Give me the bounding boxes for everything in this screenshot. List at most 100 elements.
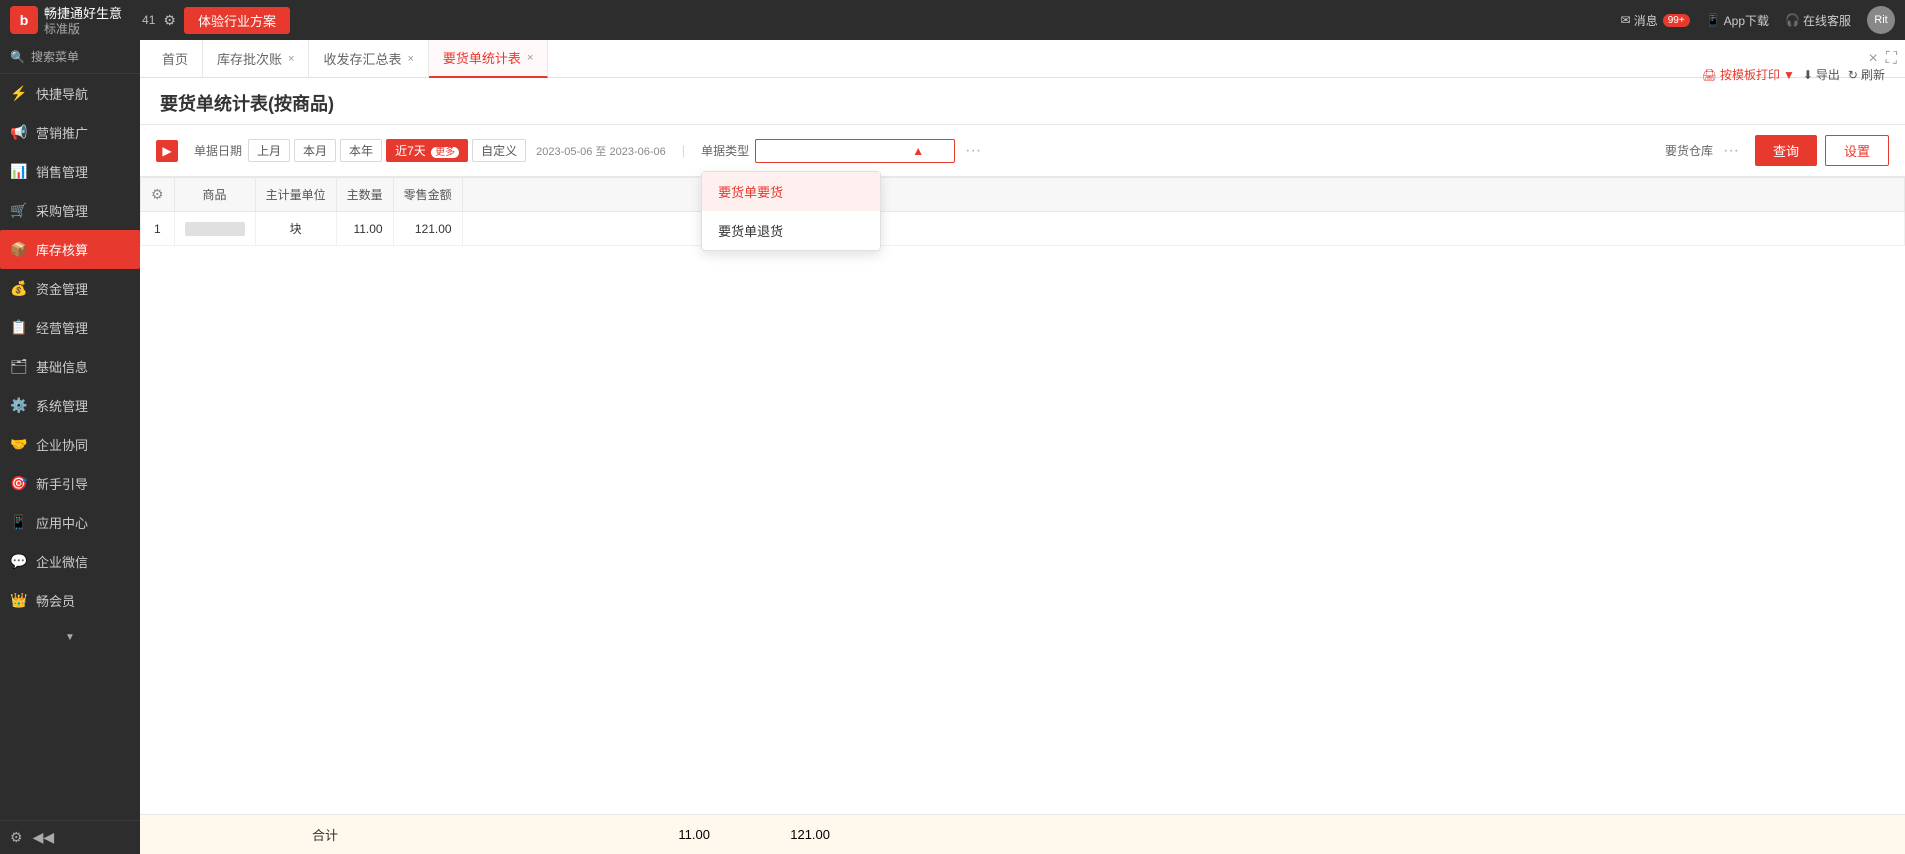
message-btn[interactable]: ✉ 消息 99+ xyxy=(1621,12,1690,29)
close-all-icon[interactable]: × xyxy=(1868,50,1877,68)
cell-index: 1 xyxy=(141,212,175,246)
tab-settings-icon[interactable]: ⚙ xyxy=(163,12,176,29)
dropdown-item-purchase[interactable]: 要货单要货 xyxy=(702,172,880,211)
logo-icon: b xyxy=(10,6,38,34)
type-dropdown-overlay: 要货单要货 要货单退货 xyxy=(701,171,881,251)
this-month-btn[interactable]: 本月 xyxy=(294,139,336,162)
action-buttons: 查询 设置 xyxy=(1755,135,1889,166)
date-label: 单据日期 xyxy=(194,142,242,159)
cell-amount: 121.00 xyxy=(393,212,462,246)
fullscreen-icon[interactable]: ⛶ xyxy=(1886,50,1897,68)
tab-batch-close[interactable]: × xyxy=(288,53,294,65)
export-icon: ⬇ xyxy=(1803,68,1813,82)
tab-order-summary[interactable]: 要货单统计表 × xyxy=(429,40,548,78)
app-name: 畅捷通好生意 xyxy=(44,3,122,22)
query-button[interactable]: 查询 xyxy=(1755,135,1817,166)
sidebar-item-label: 畅会员 xyxy=(36,591,75,610)
app-download-label: App下载 xyxy=(1724,12,1769,29)
tab-batch[interactable]: 库存批次账 × xyxy=(203,40,309,78)
sidebar-search[interactable]: 🔍 搜索菜单 xyxy=(0,40,140,74)
filter-more-icon[interactable]: ··· xyxy=(965,142,981,160)
warehouse-label: 要货仓库 xyxy=(1665,142,1713,159)
user-avatar[interactable]: Rit xyxy=(1867,6,1895,34)
sidebar-item-quick-nav[interactable]: ⚡ 快捷导航 xyxy=(0,74,140,113)
search-icon: 🔍 xyxy=(10,50,25,64)
refresh-icon: ↻ xyxy=(1848,68,1858,82)
sidebar-item-enterprise[interactable]: 🤝 企业协同 xyxy=(0,425,140,464)
sidebar-item-purchase[interactable]: 🛒 采购管理 xyxy=(0,191,140,230)
cell-extra xyxy=(462,212,1904,246)
page-title: 要货单统计表(按商品) xyxy=(160,94,334,114)
tab-receive[interactable]: 收发存汇总表 × xyxy=(309,40,428,78)
sidebar-item-label: 采购管理 xyxy=(36,201,88,220)
refresh-button[interactable]: ↻ 刷新 xyxy=(1848,66,1885,83)
sidebar-item-sales[interactable]: 📊 销售管理 xyxy=(0,152,140,191)
footer-collapse-icon[interactable]: ◀◀ xyxy=(33,829,55,846)
avatar: Rit xyxy=(1867,6,1895,34)
sidebar-item-label: 企业协同 xyxy=(36,435,88,454)
sidebar-item-label: 快捷导航 xyxy=(36,84,88,103)
app-download-btn[interactable]: 📱 App下载 xyxy=(1706,12,1769,29)
col-settings-icon[interactable]: ⚙ xyxy=(151,186,164,202)
online-service-btn[interactable]: 🎧 在线客服 xyxy=(1785,12,1851,29)
page-header: 要货单统计表(按商品) 🖨 按模板打印 ▼ ⬇ 导出 ↻ 刷新 xyxy=(140,78,1905,125)
download-icon: 📱 xyxy=(1706,13,1721,27)
footer-settings-icon[interactable]: ⚙ xyxy=(10,829,23,846)
message-badge: 99+ xyxy=(1663,14,1690,27)
sidebar-item-operation[interactable]: 📋 经营管理 xyxy=(0,308,140,347)
cell-qty: 11.00 xyxy=(336,212,393,246)
print-button[interactable]: 🖨 按模板打印 ▼ xyxy=(1702,66,1795,83)
table-container: ⚙ 商品 主计量单位 主数量 零售金额 1 xyxy=(140,177,1905,814)
up-month-btn[interactable]: 上月 xyxy=(248,139,290,162)
cell-unit: 块 xyxy=(255,212,336,246)
trial-button[interactable]: 体验行业方案 xyxy=(184,7,290,34)
warehouse-more-icon[interactable]: ··· xyxy=(1723,142,1739,160)
sidebar-item-guide[interactable]: 🎯 新手引导 xyxy=(0,464,140,503)
recent-badge: 更多 xyxy=(431,147,459,158)
message-label: 消息 xyxy=(1634,12,1658,29)
topbar-right: ✉ 消息 99+ 📱 App下载 🎧 在线客服 Rit xyxy=(1621,6,1895,34)
scroll-down-arrow: ▼ xyxy=(65,632,75,643)
this-year-btn[interactable]: 本年 xyxy=(340,139,382,162)
basic-icon: 🗂 xyxy=(10,358,28,376)
tab-home[interactable]: 首页 xyxy=(148,40,203,78)
date-filter-group: 单据日期 上月 本月 本年 近7天 更多 自定义 2023-05-06 至 20… xyxy=(194,139,666,162)
tab-order-summary-close[interactable]: × xyxy=(527,52,533,64)
sidebar-item-member[interactable]: 👑 畅会员 xyxy=(0,581,140,620)
sidebar-item-label: 系统管理 xyxy=(36,396,88,415)
custom-btn[interactable]: 自定义 xyxy=(472,139,526,162)
sidebar-item-inventory[interactable]: 📦 库存核算 xyxy=(0,230,140,269)
dropdown-item-return[interactable]: 要货单退货 xyxy=(702,211,880,250)
app-sub: 标准版 xyxy=(44,22,122,36)
sidebar-item-label: 经营管理 xyxy=(36,318,88,337)
search-label: 搜索菜单 xyxy=(31,48,79,65)
settings-button[interactable]: 设置 xyxy=(1825,135,1889,166)
sidebar-item-finance[interactable]: 💰 资金管理 xyxy=(0,269,140,308)
recent-btn[interactable]: 近7天 更多 xyxy=(386,139,468,162)
sidebar-item-appcenter[interactable]: 📱 应用中心 xyxy=(0,503,140,542)
sidebar-item-system[interactable]: ⚙️ 系统管理 xyxy=(0,386,140,425)
export-label: 导出 xyxy=(1816,66,1840,83)
sidebar-item-label: 营销推广 xyxy=(36,123,88,142)
print-dropdown-icon: ▼ xyxy=(1783,68,1795,82)
marketing-icon: 📢 xyxy=(10,124,28,142)
sidebar-item-label: 应用中心 xyxy=(36,513,88,532)
tabs-bar: 首页 库存批次账 × 收发存汇总表 × 要货单统计表 × × ⛶ xyxy=(140,40,1905,78)
tab-receive-close[interactable]: × xyxy=(407,53,413,65)
col-settings: ⚙ xyxy=(141,178,175,212)
operation-icon: 📋 xyxy=(10,319,28,337)
sidebar-footer: ⚙ ◀◀ xyxy=(0,820,140,854)
col-unit: 主计量单位 xyxy=(255,178,336,212)
filter-expand-btn[interactable]: ▶ xyxy=(156,140,178,162)
purchase-icon: 🛒 xyxy=(10,202,28,220)
sidebar: 🔍 搜索菜单 ⚡ 快捷导航 📢 营销推广 📊 销售管理 🛒 采购管理 📦 库存核… xyxy=(0,40,140,854)
export-button[interactable]: ⬇ 导出 xyxy=(1803,66,1840,83)
online-service-label: 在线客服 xyxy=(1803,12,1851,29)
tab-receive-label: 收发存汇总表 xyxy=(323,49,401,68)
sidebar-item-wechat[interactable]: 💬 企业微信 xyxy=(0,542,140,581)
sidebar-item-basic[interactable]: 🗂 基础信息 xyxy=(0,347,140,386)
cell-product xyxy=(174,212,255,246)
type-select[interactable]: ▲ xyxy=(755,139,955,163)
sidebar-item-marketing[interactable]: 📢 营销推广 xyxy=(0,113,140,152)
table-header-row: ⚙ 商品 主计量单位 主数量 零售金额 xyxy=(141,178,1905,212)
